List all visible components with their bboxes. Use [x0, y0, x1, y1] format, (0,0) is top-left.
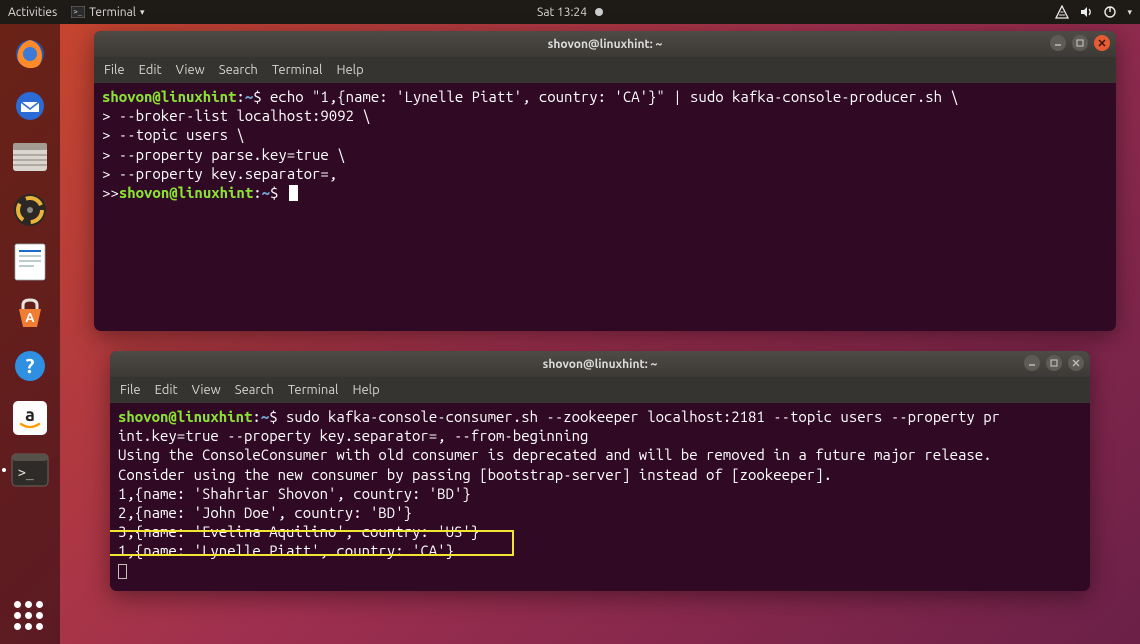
menu-edit[interactable]: Edit [139, 63, 162, 77]
menu-file[interactable]: File [120, 383, 141, 397]
prompt-user: shovon@linuxhint [118, 408, 252, 425]
output-record: 2,{name: 'John Doe', country: 'BD'} [118, 504, 412, 521]
launcher-help[interactable]: ? [8, 344, 52, 388]
menu-search[interactable]: Search [235, 383, 274, 397]
menu-file[interactable]: File [104, 63, 125, 77]
app-menu[interactable]: >_ Terminal ▾ [71, 5, 144, 19]
prompt-path: ~ [245, 88, 253, 105]
menu-terminal[interactable]: Terminal [272, 63, 323, 77]
terminal-window-consumer: shovon@linuxhint: ~ File Edit View Searc… [110, 351, 1090, 591]
svg-text:>_: >_ [18, 466, 34, 481]
menu-help[interactable]: Help [336, 63, 363, 77]
power-icon[interactable] [1103, 5, 1117, 19]
prompt-symbol: $ [269, 408, 277, 425]
clock-label: Sat 13:24 [537, 6, 587, 19]
output-record: 1,{name: 'Shahriar Shovon', country: 'BD… [118, 485, 471, 502]
maximize-button[interactable] [1046, 355, 1062, 371]
menubar: File Edit View Search Terminal Help [110, 377, 1090, 403]
prompt-user: shovon@linuxhint [119, 184, 253, 201]
launcher-thunderbird[interactable] [8, 84, 52, 128]
menu-help[interactable]: Help [352, 383, 379, 397]
menu-view[interactable]: View [176, 63, 205, 77]
continuation-line: > --topic users \ [102, 126, 245, 143]
launcher-amazon[interactable]: a [8, 396, 52, 440]
minimize-button[interactable] [1024, 355, 1040, 371]
clock[interactable]: Sat 13:24 [537, 6, 603, 19]
continuation-line: >> [102, 184, 119, 201]
continuation-line: > --broker-list localhost:9092 \ [102, 107, 371, 124]
terminal-body[interactable]: shovon@linuxhint:~$ sudo kafka-console-c… [110, 403, 1090, 591]
window-title: shovon@linuxhint: ~ [543, 358, 658, 371]
network-icon[interactable] [1055, 5, 1069, 19]
prompt-symbol: $ [270, 184, 278, 201]
svg-text:A: A [25, 311, 35, 325]
prompt-user: shovon@linuxhint [102, 88, 236, 105]
command-line: echo "1,{name: 'Lynelle Piatt', country:… [270, 88, 959, 105]
menubar: File Edit View Search Terminal Help [94, 57, 1116, 83]
close-button[interactable] [1068, 355, 1084, 371]
command-line: sudo kafka-console-consumer.sh --zookeep… [286, 408, 1000, 425]
launcher-writer[interactable] [8, 240, 52, 284]
chevron-down-icon[interactable]: ▾ [1127, 7, 1132, 18]
continuation-line: > --property key.separator=, [102, 165, 337, 182]
terminal-icon: >_ [71, 5, 85, 19]
launcher: A ? a >_ [0, 24, 60, 644]
menu-search[interactable]: Search [219, 63, 258, 77]
titlebar[interactable]: shovon@linuxhint: ~ [110, 351, 1090, 377]
cursor [289, 185, 298, 201]
svg-text:a: a [25, 405, 35, 425]
maximize-button[interactable] [1072, 35, 1088, 51]
output-line: Consider using the new consumer by passi… [118, 466, 832, 483]
prompt-symbol: $ [253, 88, 261, 105]
activities-button[interactable]: Activities [8, 6, 57, 19]
volume-icon[interactable] [1079, 5, 1093, 19]
menu-view[interactable]: View [192, 383, 221, 397]
launcher-rhythmbox[interactable] [8, 188, 52, 232]
output-line: Using the ConsoleConsumer with old consu… [118, 446, 992, 463]
titlebar[interactable]: shovon@linuxhint: ~ [94, 31, 1116, 57]
app-menu-label: Terminal [89, 6, 136, 19]
terminal-window-producer: shovon@linuxhint: ~ File Edit View Searc… [94, 31, 1116, 331]
continuation-line: > --property parse.key=true \ [102, 146, 346, 163]
launcher-files[interactable] [8, 136, 52, 180]
output-record: 1,{name: 'Lynelle Piatt', country: 'CA'} [118, 542, 454, 559]
command-line: int.key=true --property key.separator=, … [118, 427, 588, 444]
svg-text:>_: >_ [74, 8, 83, 16]
chevron-down-icon: ▾ [140, 7, 145, 18]
window-title: shovon@linuxhint: ~ [548, 38, 663, 51]
menu-edit[interactable]: Edit [155, 383, 178, 397]
minimize-button[interactable] [1050, 35, 1066, 51]
launcher-terminal[interactable]: >_ [8, 448, 52, 492]
notification-dot-icon [595, 8, 603, 16]
show-applications-button[interactable] [14, 601, 43, 630]
launcher-software[interactable]: A [8, 292, 52, 336]
menu-terminal[interactable]: Terminal [288, 383, 339, 397]
launcher-firefox[interactable] [8, 32, 52, 76]
topbar: Activities >_ Terminal ▾ Sat 13:24 ▾ [0, 0, 1140, 24]
svg-text:?: ? [26, 354, 35, 377]
cursor [118, 564, 127, 579]
close-button[interactable] [1094, 35, 1110, 51]
terminal-body[interactable]: shovon@linuxhint:~$ echo "1,{name: 'Lyne… [94, 83, 1116, 210]
prompt-path: ~ [262, 184, 270, 201]
prompt-path: ~ [261, 408, 269, 425]
output-record: 3,{name: 'Evelina Aquilino', country: 'U… [118, 523, 479, 540]
